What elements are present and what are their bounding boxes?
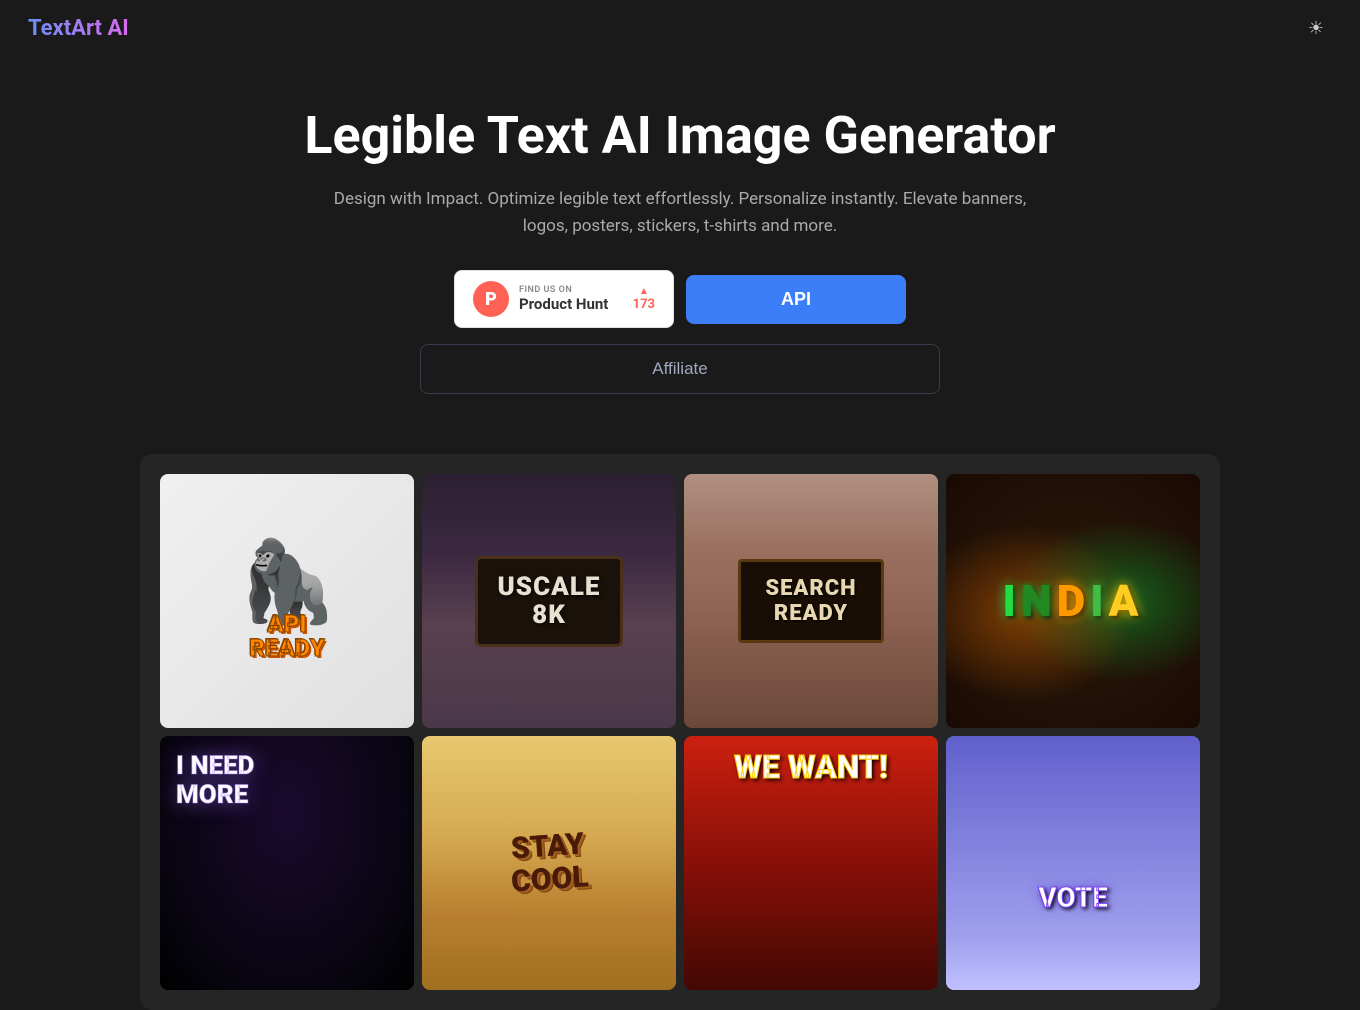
product-hunt-logo: P	[473, 281, 509, 317]
product-hunt-text: FIND US ON Product Hunt	[519, 285, 608, 313]
product-hunt-count: ▲ 173	[633, 287, 655, 312]
gallery-grid: 🦍 APIREADY USCALE8K SEARCHREADY	[160, 474, 1200, 990]
api-button[interactable]: API	[686, 275, 906, 324]
affiliate-row: Affiliate	[20, 344, 1340, 394]
gallery-item[interactable]: I NEEDMORE	[160, 736, 414, 990]
gallery-item[interactable]: USCALE8K	[422, 474, 676, 728]
gallery-item[interactable]: SEARCHREADY	[684, 474, 938, 728]
hero-section: Legible Text AI Image Generator Design w…	[0, 56, 1360, 454]
logo[interactable]: TextArt AI	[28, 16, 129, 41]
sun-icon: ☀	[1308, 18, 1324, 39]
theme-toggle-button[interactable]: ☀	[1300, 12, 1332, 44]
gallery-item[interactable]: 🦍 APIREADY	[160, 474, 414, 728]
hero-subtitle: Design with Impact. Optimize legible tex…	[330, 186, 1030, 240]
gallery-container: 🦍 APIREADY USCALE8K SEARCHREADY	[140, 454, 1220, 1010]
product-hunt-button[interactable]: P FIND US ON Product Hunt ▲ 173	[454, 270, 674, 328]
gallery-item[interactable]: STAYCOOL	[422, 736, 676, 990]
header: TextArt AI ☀	[0, 0, 1360, 56]
cta-button-row: P FIND US ON Product Hunt ▲ 173 API	[20, 270, 1340, 328]
hero-title: Legible Text AI Image Generator	[20, 106, 1340, 166]
gallery-item[interactable]: I N D I A	[946, 474, 1200, 728]
affiliate-button[interactable]: Affiliate	[420, 344, 940, 394]
gallery-item[interactable]: WE WANT!	[684, 736, 938, 990]
gallery-item[interactable]: VOTE	[946, 736, 1200, 990]
